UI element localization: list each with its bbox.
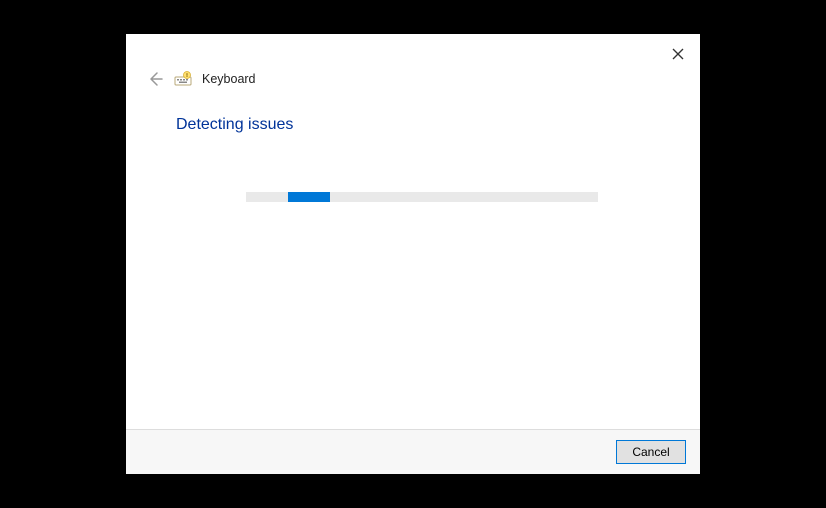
close-icon bbox=[672, 48, 684, 60]
dialog-header: Keyboard bbox=[126, 34, 700, 98]
progress-indicator bbox=[288, 192, 330, 202]
dialog-title: Keyboard bbox=[202, 72, 256, 86]
troubleshooter-dialog: Keyboard Detecting issues Cancel bbox=[126, 34, 700, 474]
dialog-content: Detecting issues bbox=[126, 98, 700, 429]
back-arrow-icon bbox=[147, 71, 163, 87]
cancel-button[interactable]: Cancel bbox=[616, 440, 686, 464]
status-heading: Detecting issues bbox=[176, 116, 650, 134]
dialog-footer: Cancel bbox=[126, 429, 700, 474]
keyboard-icon bbox=[174, 71, 192, 87]
close-button[interactable] bbox=[668, 44, 688, 64]
back-button[interactable] bbox=[146, 70, 164, 88]
progress-bar bbox=[246, 192, 598, 202]
